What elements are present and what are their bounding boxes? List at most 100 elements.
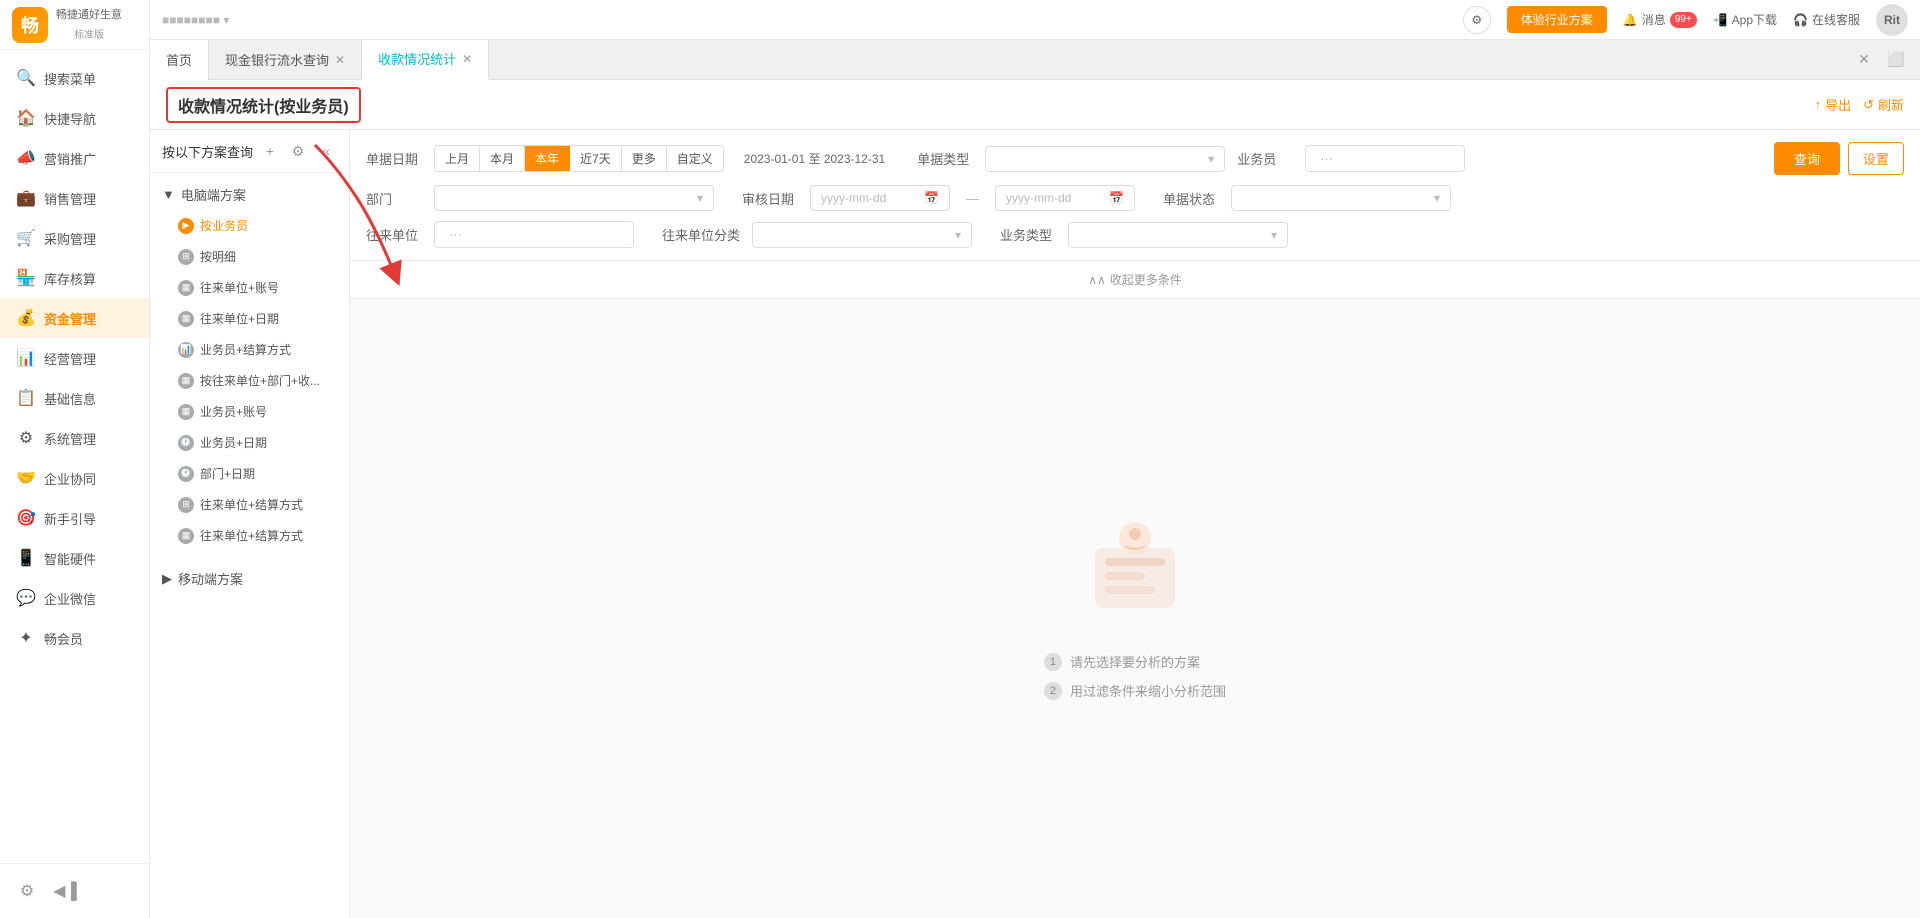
purchase-icon: 🛒 <box>16 228 36 248</box>
scheme-item-by-unit-account[interactable]: ▦ 往来单位+账号 <box>150 272 349 303</box>
avatar[interactable]: Rit <box>1876 4 1908 36</box>
salesperson-input[interactable]: ··· <box>1305 145 1465 172</box>
header-settings-icon[interactable]: ⚙ <box>1463 6 1491 34</box>
calendar-icon: 📅 <box>924 191 939 205</box>
filter-row-2: 部门 ▾ 审核日期 yyyy-mm-dd 📅 — yyyy-mm-dd 📅 <box>366 185 1904 211</box>
scheme-add-icon[interactable]: + <box>259 140 281 162</box>
scheme-item-by-unit-settle2[interactable]: ▦ 往来单位+结算方式 <box>150 520 349 551</box>
tab-receipt-stats-close[interactable]: ✕ <box>462 52 472 66</box>
scheme-item-by-detail[interactable]: ⊞ 按明细 <box>150 241 349 272</box>
date-separator: — <box>962 191 983 206</box>
sidebar-item-smart-hw[interactable]: 📱 智能硬件 <box>0 538 149 578</box>
scheme-item-by-unit-dept[interactable]: ▦ 按往来单位+部门+收... <box>150 365 349 396</box>
doc-type-select[interactable]: ▾ <box>985 146 1225 172</box>
partner-label: 往来单位 <box>366 225 422 244</box>
member-icon: ✦ <box>16 628 36 648</box>
scheme-group-pc-title[interactable]: ▼ 电脑端方案 <box>150 179 349 210</box>
filter-actions: 查询 设置 <box>1774 142 1904 175</box>
staff-date-scheme-icon: 🕐 <box>178 435 194 451</box>
sidebar-item-finance[interactable]: 💰 资金管理 <box>0 298 149 338</box>
logo-text: 畅捷通好生意 <box>56 8 122 23</box>
window-close-icon[interactable]: ✕ <box>1852 48 1876 72</box>
partner-dots-icon[interactable]: ··· <box>445 227 466 242</box>
scheme-item-by-staff-settle[interactable]: 📊 业务员+结算方式 <box>150 334 349 365</box>
export-button[interactable]: ↑ 导出 <box>1815 95 1852 114</box>
sidebar-item-wechat[interactable]: 💬 企业微信 <box>0 578 149 618</box>
sidebar-item-label: 销售管理 <box>44 189 96 208</box>
sidebar-settings-icon[interactable]: ⚙ <box>12 876 42 906</box>
sidebar-nav: 🔍 搜索菜单 🏠 快捷导航 📣 营销推广 💼 销售管理 🛒 采购管理 🏪 库存核… <box>0 50 149 863</box>
collapse-up-icon: ∧∧ <box>1088 273 1106 287</box>
scheme-collapse-icon[interactable]: « <box>315 140 337 162</box>
filter-row-1: 单据日期 上月 本月 本年 近7天 更多 自定义 2023-01-01 至 20… <box>366 142 1904 175</box>
filter-panel: 单据日期 上月 本月 本年 近7天 更多 自定义 2023-01-01 至 20… <box>350 130 1920 918</box>
system-icon: ⚙ <box>16 428 36 448</box>
sidebar-item-label: 搜索菜单 <box>44 69 96 88</box>
collapse-bar[interactable]: ∧∧ 收起更多条件 <box>350 261 1920 299</box>
date-tab-last-7[interactable]: 近7天 <box>570 146 622 171</box>
sidebar-item-label: 采购管理 <box>44 229 96 248</box>
audit-date-end[interactable]: yyyy-mm-dd 📅 <box>995 185 1135 211</box>
online-service-area[interactable]: 🎧 在线客服 <box>1793 11 1860 28</box>
download-icon: 📲 <box>1713 13 1728 27</box>
dept-select[interactable]: ▾ <box>434 185 714 211</box>
sales-icon: 💼 <box>16 188 36 208</box>
window-maximize-icon[interactable]: ⬜ <box>1884 48 1908 72</box>
unit-settle2-scheme-icon: ▦ <box>178 528 194 544</box>
tab-bank-flow[interactable]: 现金银行流水查询 ✕ <box>209 40 362 80</box>
sidebar-item-inventory[interactable]: 🏪 库存核算 <box>0 258 149 298</box>
partner-input[interactable]: ··· <box>434 221 634 248</box>
scheme-panel: 按以下方案查询 + ⚙ « ▼ 电脑端方案 ▶ 按业务员 ⊞ <box>150 130 350 918</box>
sidebar-item-guide[interactable]: 🎯 新手引导 <box>0 498 149 538</box>
settings-button[interactable]: 设置 <box>1848 142 1904 175</box>
sidebar-item-search-menu[interactable]: 🔍 搜索菜单 <box>0 58 149 98</box>
scheme-settings-icon[interactable]: ⚙ <box>287 140 309 162</box>
scheme-item-by-unit-date[interactable]: ▦ 往来单位+日期 <box>150 303 349 334</box>
scheme-group-mobile-title[interactable]: ▶ 移动端方案 <box>150 563 349 594</box>
sidebar-item-quick-nav[interactable]: 🏠 快捷导航 <box>0 98 149 138</box>
sidebar-item-purchase[interactable]: 🛒 采购管理 <box>0 218 149 258</box>
filter-area: 单据日期 上月 本月 本年 近7天 更多 自定义 2023-01-01 至 20… <box>350 130 1920 261</box>
scheme-item-by-unit-settle[interactable]: ⊞ 往来单位+结算方式 <box>150 489 349 520</box>
result-hint-1: 1 请先选择要分析的方案 <box>1044 652 1226 671</box>
scheme-item-by-staff-date[interactable]: 🕐 业务员+日期 <box>150 427 349 458</box>
sidebar-item-sales[interactable]: 💼 销售管理 <box>0 178 149 218</box>
date-label: 单据日期 <box>366 149 422 168</box>
messages-area[interactable]: 🔔 消息 99+ <box>1623 11 1697 28</box>
tab-receipt-stats[interactable]: 收款情况统计 ✕ <box>362 40 489 80</box>
refresh-button[interactable]: ↺ 刷新 <box>1863 95 1904 114</box>
logo-area: 畅 畅捷通好生意 标准版 <box>0 0 149 50</box>
sidebar-item-label: 营销推广 <box>44 149 96 168</box>
sidebar-item-system[interactable]: ⚙ 系统管理 <box>0 418 149 458</box>
tab-bank-flow-close[interactable]: ✕ <box>335 53 345 67</box>
tab-home[interactable]: 首页 <box>150 40 209 80</box>
doc-status-select[interactable]: ▾ <box>1231 185 1451 211</box>
inventory-icon: 🏪 <box>16 268 36 288</box>
sidebar-item-member[interactable]: ✦ 畅会员 <box>0 618 149 658</box>
partner-category-select[interactable]: ▾ <box>752 222 972 248</box>
date-tab-this-month[interactable]: 本月 <box>480 146 525 171</box>
sidebar-item-operations[interactable]: 📊 经营管理 <box>0 338 149 378</box>
date-tab-last-month[interactable]: 上月 <box>435 146 480 171</box>
trial-button[interactable]: 体验行业方案 <box>1507 6 1607 33</box>
audit-date-start[interactable]: yyyy-mm-dd 📅 <box>810 185 950 211</box>
sidebar-item-basic-info[interactable]: 📋 基础信息 <box>0 378 149 418</box>
date-tab-more[interactable]: 更多 <box>622 146 667 171</box>
date-tab-custom[interactable]: 自定义 <box>667 146 723 171</box>
sidebar-item-marketing[interactable]: 📣 营销推广 <box>0 138 149 178</box>
search-menu-icon: 🔍 <box>16 68 36 88</box>
sidebar-item-label: 企业协同 <box>44 469 96 488</box>
query-button[interactable]: 查询 <box>1774 142 1840 175</box>
content-body: 按以下方案查询 + ⚙ « ▼ 电脑端方案 ▶ 按业务员 ⊞ <box>150 130 1920 918</box>
salesperson-dots-icon[interactable]: ··· <box>1316 151 1337 166</box>
date-tab-this-year[interactable]: 本年 <box>525 146 570 171</box>
sidebar-collapse-icon[interactable]: ◀▐ <box>50 876 80 906</box>
scheme-item-by-salesperson[interactable]: ▶ 按业务员 <box>150 210 349 241</box>
scheme-item-by-dept-date[interactable]: 🕐 部门+日期 <box>150 458 349 489</box>
app-download-area[interactable]: 📲 App下载 <box>1713 11 1777 28</box>
sidebar-item-enterprise[interactable]: 🤝 企业协同 <box>0 458 149 498</box>
scheme-item-by-staff-account[interactable]: ▦ 业务员+账号 <box>150 396 349 427</box>
hint-text-2: 用过滤条件来缩小分析范围 <box>1070 681 1226 700</box>
salesperson-label: 业务员 <box>1237 149 1293 168</box>
biz-type-select[interactable]: ▾ <box>1068 222 1288 248</box>
